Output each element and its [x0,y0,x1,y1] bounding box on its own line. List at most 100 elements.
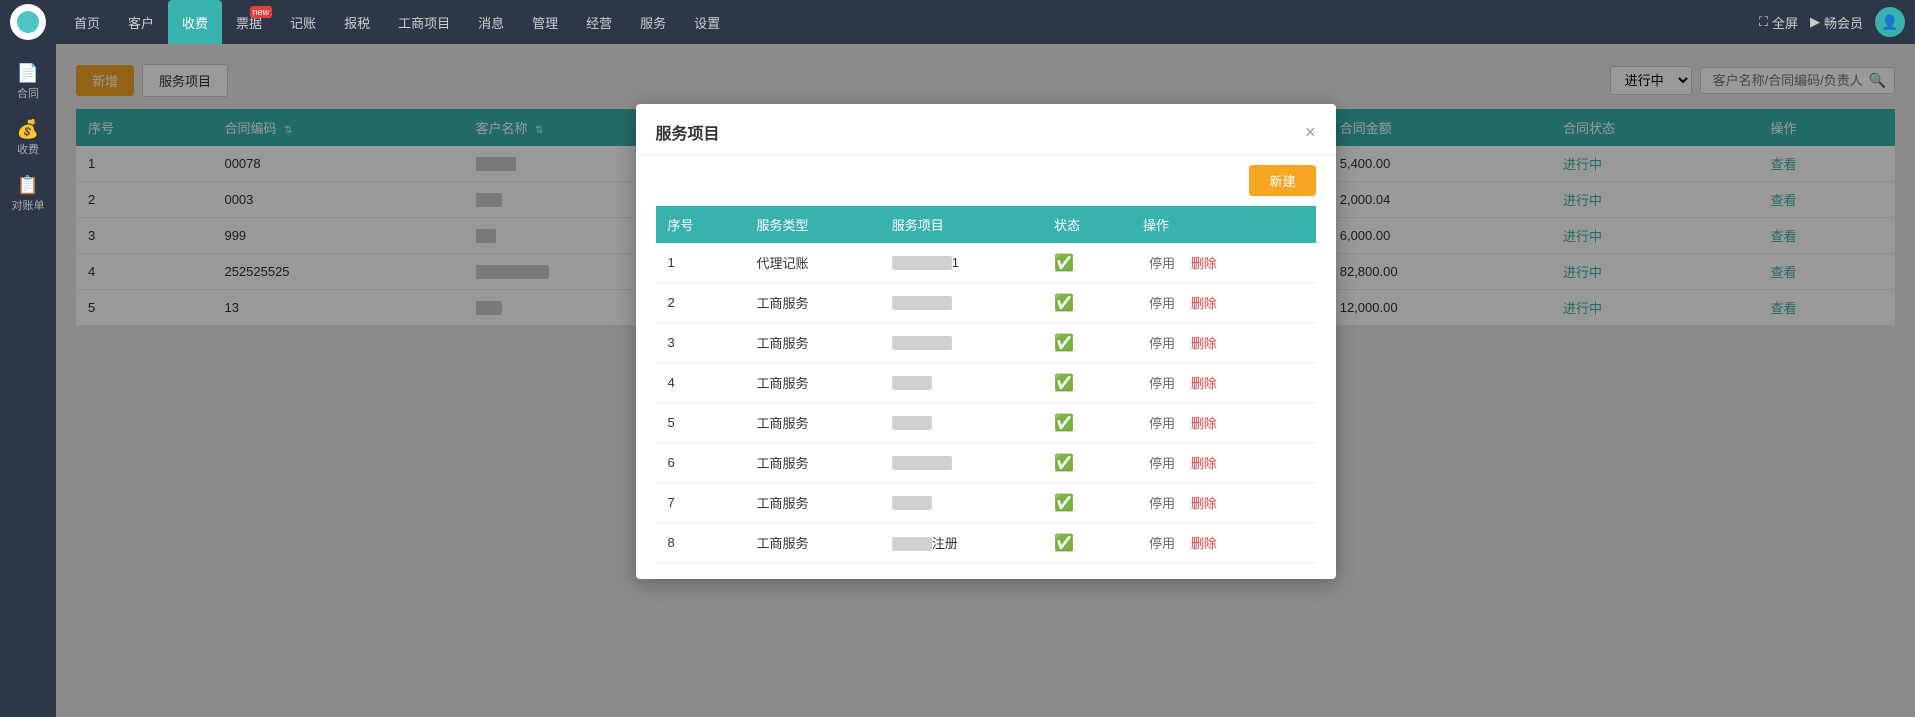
new-badge: new [250,6,273,18]
mrow-type: 工商服务 [744,323,879,363]
nav-settings[interactable]: 设置 [680,0,734,44]
delete-button[interactable]: 删除 [1185,291,1223,314]
status-check-icon: ✅ [1054,335,1074,352]
mrow-type: 工商服务 [744,523,879,563]
mrow-item: 1 [880,243,1042,283]
sidebar-item-billing[interactable]: 💰 收费 [0,110,56,166]
sidebar-label-contract: 合同 [17,85,39,101]
mrow-seq: 8 [656,523,745,563]
mrow-type: 工商服务 [744,403,879,443]
sidebar-label-billing: 收费 [17,141,39,157]
modal-toolbar: 新建 [636,155,1336,206]
member-icon: ▶ [1810,14,1820,30]
nav-items: 首页 客户 收费 票据 new 记账 报税 工商项目 消息 管理 经营 服务 设… [60,0,1759,44]
mrow-type: 工商服务 [744,283,879,323]
nav-right: ⛶ 全屏 ▶ 畅会员 👤 [1759,7,1905,37]
mrow-item [880,323,1042,363]
nav-home[interactable]: 首页 [60,0,114,44]
delete-button[interactable]: 删除 [1185,491,1223,514]
mrow-seq: 7 [656,483,745,523]
mth-type: 服务类型 [744,206,879,243]
mth-status: 状态 [1042,206,1131,243]
nav-billing[interactable]: 收费 [168,0,222,44]
stop-button[interactable]: 停用 [1143,491,1181,514]
list-item: 3 工商服务 ✅ 停用 删除 [656,323,1316,363]
sidebar-label-statement: 对账单 [12,197,45,213]
billing-icon: 💰 [17,120,39,138]
list-item: 1 代理记账 1 ✅ 停用 删除 [656,243,1316,283]
status-check-icon: ✅ [1054,375,1074,392]
modal-title: 服务项目 [656,120,720,144]
mth-seq: 序号 [656,206,745,243]
mrow-action: 停用 删除 [1131,363,1315,403]
delete-button[interactable]: 删除 [1185,451,1223,474]
status-check-icon: ✅ [1054,495,1074,512]
nav-service[interactable]: 服务 [626,0,680,44]
delete-button[interactable]: 删除 [1185,251,1223,274]
member-button[interactable]: ▶ 畅会员 [1810,13,1863,32]
status-check-icon: ✅ [1054,255,1074,272]
avatar[interactable]: 👤 [1875,7,1905,37]
stop-button[interactable]: 停用 [1143,291,1181,314]
modal-close-button[interactable]: × [1305,123,1316,141]
list-item: 2 工商服务 ✅ 停用 删除 [656,283,1316,323]
nav-invoice[interactable]: 票据 new [222,0,276,44]
member-label: 畅会员 [1824,13,1863,32]
mrow-type: 代理记账 [744,243,879,283]
mrow-status: ✅ [1042,483,1131,523]
service-modal: 服务项目 × 新建 序号 服务类型 服务项目 状态 [636,104,1336,579]
mrow-action: 停用 删除 [1131,323,1315,363]
nav-business[interactable]: 工商项目 [384,0,464,44]
logo-inner [17,11,39,33]
mrow-status: ✅ [1042,243,1131,283]
mrow-status: ✅ [1042,443,1131,483]
nav-tax[interactable]: 报税 [330,0,384,44]
list-item: 7 工商服务 ✅ 停用 删除 [656,483,1316,523]
nav-message[interactable]: 消息 [464,0,518,44]
delete-button[interactable]: 删除 [1185,411,1223,434]
nav-customer[interactable]: 客户 [114,0,168,44]
modal-overlay[interactable]: 服务项目 × 新建 序号 服务类型 服务项目 状态 [56,44,1915,717]
modal-new-button[interactable]: 新建 [1249,165,1315,196]
mrow-seq: 4 [656,363,745,403]
status-check-icon: ✅ [1054,295,1074,312]
delete-button[interactable]: 删除 [1185,371,1223,394]
mth-item: 服务项目 [880,206,1042,243]
fullscreen-button[interactable]: ⛶ 全屏 [1759,13,1798,32]
modal-body: 序号 服务类型 服务项目 状态 操作 1 代理记账 1 [636,206,1336,579]
sidebar: 📄 合同 💰 收费 📋 对账单 [0,44,56,717]
mrow-item [880,403,1042,443]
avatar-icon: 👤 [1881,14,1898,31]
stop-button[interactable]: 停用 [1143,331,1181,354]
delete-button[interactable]: 删除 [1185,331,1223,354]
stop-button[interactable]: 停用 [1143,251,1181,274]
mrow-seq: 3 [656,323,745,363]
top-nav: 首页 客户 收费 票据 new 记账 报税 工商项目 消息 管理 经营 服务 设… [0,0,1915,44]
stop-button[interactable]: 停用 [1143,531,1181,554]
nav-manage[interactable]: 管理 [518,0,572,44]
modal-table-header: 序号 服务类型 服务项目 状态 操作 [656,206,1316,243]
status-check-icon: ✅ [1054,415,1074,432]
mrow-action: 停用 删除 [1131,443,1315,483]
delete-button[interactable]: 删除 [1185,531,1223,554]
mrow-status: ✅ [1042,323,1131,363]
app-logo [10,4,46,40]
mrow-action: 停用 删除 [1131,283,1315,323]
nav-accounts[interactable]: 记账 [276,0,330,44]
mrow-item [880,363,1042,403]
mrow-status: ✅ [1042,523,1131,563]
mrow-seq: 2 [656,283,745,323]
mrow-action: 停用 删除 [1131,523,1315,563]
stop-button[interactable]: 停用 [1143,411,1181,434]
nav-finance[interactable]: 经营 [572,0,626,44]
mth-action: 操作 [1131,206,1315,243]
stop-button[interactable]: 停用 [1143,371,1181,394]
sidebar-item-statement[interactable]: 📋 对账单 [0,166,56,222]
stop-button[interactable]: 停用 [1143,451,1181,474]
status-check-icon: ✅ [1054,455,1074,472]
list-item: 8 工商服务 注册 ✅ 停用 删除 [656,523,1316,563]
list-item: 4 工商服务 ✅ 停用 删除 [656,363,1316,403]
sidebar-item-contract[interactable]: 📄 合同 [0,54,56,110]
fullscreen-icon: ⛶ [1759,14,1768,30]
mrow-type: 工商服务 [744,363,879,403]
